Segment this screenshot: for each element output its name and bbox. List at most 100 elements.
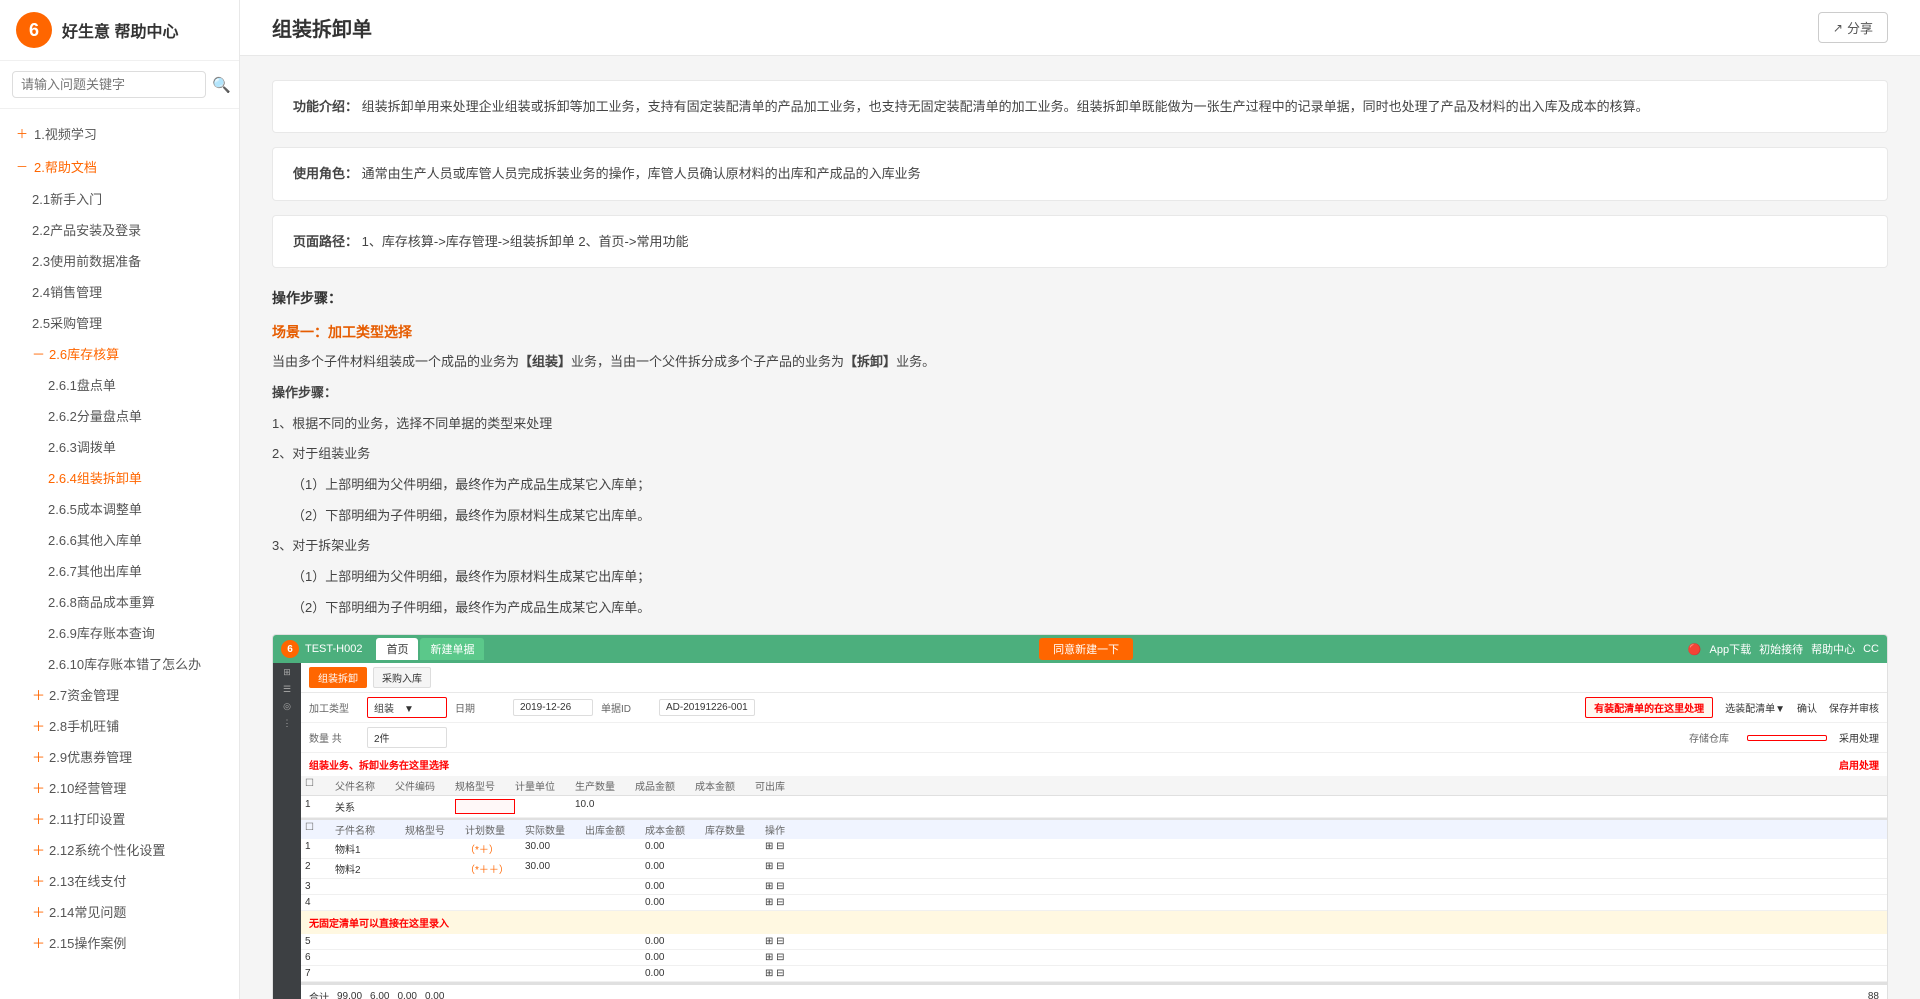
ss-direct-entry-annotation: 无固定清单可以直接在这里录入 <box>301 911 1887 934</box>
ss-label-date: 日期 <box>455 700 505 715</box>
scene1-title: 场景一：加工类型选择 <box>272 322 1888 342</box>
step3-1: （1）上部明细为父件明细，最终作为原材料生成某它出库单； <box>272 565 1888 590</box>
sidebar-item-assembly[interactable]: 2.6.4组装拆卸单 <box>0 462 239 493</box>
ss-app-id: TEST-H002 <box>305 643 362 655</box>
ss-label-type: 加工类型 <box>309 700 359 715</box>
ss-annotation-bom: 有装配清单的在这里处理 <box>1585 697 1713 718</box>
search-box: 🔍 <box>0 61 239 109</box>
screenshot-inner: 6 TEST-H002 首页 新建单据 同意新建一下 🔴 App下载 初始接待 … <box>273 635 1887 999</box>
share-button[interactable]: ↗ 分享 <box>1818 12 1888 43</box>
ss-footer-val2: 6.00 <box>370 991 389 999</box>
ss-annotation-direct: 无固定清单可以直接在这里录入 <box>309 919 449 930</box>
sidebar-item-finance[interactable]: ＋ 2.7资金管理 <box>0 679 239 710</box>
ss-field-date[interactable]: 2019-12-26 <box>513 699 593 716</box>
sidebar-item-online-pay[interactable]: ＋ 2.13在线支付 <box>0 865 239 896</box>
sidebar-item-cases[interactable]: ＋ 2.15操作案例 <box>0 927 239 958</box>
sidebar-item-purchase[interactable]: 2.5采购管理 <box>0 307 239 338</box>
col-parent-code: 父件编码 <box>395 778 455 793</box>
ss-sub-toolbar: 组装拆卸 采购入库 <box>301 663 1887 693</box>
sidebar-item-docs[interactable]: － 2.帮助文档 <box>0 150 239 183</box>
ss-bottom-row1: 1 物料1 （*＋） 30.00 0.00 ⊞ ⊟ <box>301 839 1887 859</box>
col-out-amt: 出库金额 <box>585 822 645 837</box>
sidebar-item-sales[interactable]: 2.4销售管理 <box>0 276 239 307</box>
search-icon[interactable]: 🔍 <box>212 76 231 94</box>
share-icon: ↗ <box>1833 21 1843 35</box>
ss-field-id[interactable]: AD-20191226-001 <box>659 699 755 716</box>
sidebar-item-stock-error[interactable]: 2.6.10库存账本错了怎么办 <box>0 648 239 679</box>
ss-nav-icon-1[interactable]: ⊞ <box>283 667 291 678</box>
ss-tab-home[interactable]: 首页 <box>376 638 418 660</box>
col-stock-qty: 库存数量 <box>705 822 765 837</box>
ss-orange-btn[interactable]: 同意新建一下 <box>1039 638 1133 660</box>
ss-apply-storage-btn[interactable]: 采用处理 <box>1839 730 1879 745</box>
ss-bottom-row2: 2 物料2 （*＋＋） 30.00 0.00 ⊞ ⊟ <box>301 859 1887 879</box>
path-box: 页面路径： 1、库存核算->库存管理->组装拆卸单 2、首页->常用功能 <box>272 215 1888 268</box>
sidebar-item-new-user[interactable]: 2.1新手入门 <box>0 183 239 214</box>
step3-2: （2）下部明细为子件明细，最终作为产成品生成某它入库单。 <box>272 596 1888 621</box>
col-avail: 可出库 <box>755 778 805 793</box>
ss-bottom-row7: 7 0.00 ⊞ ⊟ <box>301 966 1887 982</box>
sidebar-item-install[interactable]: 2.2产品安装及登录 <box>0 214 239 245</box>
ss-field-storage[interactable] <box>1747 735 1827 741</box>
step2: 2、对于组装业务 <box>272 442 1888 467</box>
sidebar-item-system[interactable]: ＋ 2.12系统个性化设置 <box>0 834 239 865</box>
search-input[interactable] <box>12 71 206 98</box>
ss-edit-cell[interactable] <box>455 799 515 814</box>
sidebar-item-other-in[interactable]: 2.6.6其他入库单 <box>0 524 239 555</box>
col-prod-amt: 成品金额 <box>635 778 695 793</box>
ss-save-btn[interactable]: 保存并审核 <box>1829 700 1879 715</box>
feature-intro-text: 组装拆卸单用来处理企业组装或拆卸等加工业务，支持有固定装配清单的产品加工业务，也… <box>362 99 1649 114</box>
sidebar-item-coupon[interactable]: ＋ 2.9优惠券管理 <box>0 741 239 772</box>
sidebar-item-inventory[interactable]: － 2.6库存核算 <box>0 338 239 369</box>
sidebar-item-stock-query[interactable]: 2.6.9库存账本查询 <box>0 617 239 648</box>
sidebar-item-stocktake[interactable]: 2.6.1盘点单 <box>0 369 239 400</box>
ss-nav-icon-3[interactable]: ◎ <box>283 701 291 712</box>
sidebar-item-partial-stocktake[interactable]: 2.6.2分量盘点单 <box>0 400 239 431</box>
step1: 1、根据不同的业务，选择不同单据的类型来处理 <box>272 412 1888 437</box>
sidebar-item-data-prep[interactable]: 2.3使用前数据准备 <box>0 245 239 276</box>
ss-subtab-other[interactable]: 采购入库 <box>373 667 431 688</box>
ss-nav-icon-4[interactable]: ⋮ <box>283 718 292 729</box>
plus-icon: ＋ <box>16 125 28 142</box>
sidebar-item-other-out[interactable]: 2.6.7其他出库单 <box>0 555 239 586</box>
ss-confirm-btn[interactable]: 确认 <box>1797 700 1817 715</box>
ss-footer-val3: 0.00 <box>398 991 417 999</box>
page-title: 组装拆卸单 <box>272 13 372 42</box>
ss-bottom-row6: 6 0.00 ⊞ ⊟ <box>301 950 1887 966</box>
sidebar-item-cost-recalc[interactable]: 2.6.8商品成本重算 <box>0 586 239 617</box>
col-child-spec: 规格型号 <box>405 822 465 837</box>
sidebar-item-video[interactable]: ＋ 1.视频学习 <box>0 117 239 150</box>
col-prod-qty: 生产数量 <box>575 778 635 793</box>
ss-footer-label: 合计 <box>309 989 329 999</box>
steps-label: 操作步骤： <box>272 381 1888 406</box>
sidebar-item-faq[interactable]: ＋ 2.14常见问题 <box>0 896 239 927</box>
logo-text: 好生意 帮助中心 <box>62 18 178 42</box>
scene1-desc: 当由多个子件材料组装成一个成品的业务为【组装】业务，当由一个父件拆分成多个子产品… <box>272 350 1888 375</box>
ss-body: ⊞ ☰ ◎ ⋮ 组装拆卸 采购入库 <box>273 663 1887 999</box>
ss-field-type[interactable]: 组装 ▼ <box>367 697 447 718</box>
sidebar-item-adjustment[interactable]: 2.6.3调拨单 <box>0 431 239 462</box>
sidebar-item-mobile[interactable]: ＋ 2.8手机旺铺 <box>0 710 239 741</box>
ss-tab-new[interactable]: 新建单据 <box>420 638 484 660</box>
col-actual-qty: 实际数量 <box>525 822 585 837</box>
ss-nav-icon-2[interactable]: ☰ <box>283 684 291 695</box>
ss-main-content: 组装拆卸 采购入库 加工类型 组装 ▼ 日期 2019-12-26 单据ID A… <box>301 663 1887 999</box>
role-text: 通常由生产人员或库管人员完成拆装业务的操作，库管人员确认原材料的出库和产成品的入… <box>362 166 921 181</box>
sidebar: 6 好生意 帮助中心 🔍 ＋ 1.视频学习 － 2.帮助文档 2.1新手入门 2… <box>0 0 240 999</box>
content-area: 功能介绍： 组装拆卸单用来处理企业组装或拆卸等加工业务，支持有固定装配清单的产品… <box>240 56 1920 999</box>
ss-select-bom-btn[interactable]: 选装配清单▼ <box>1725 700 1785 715</box>
sidebar-item-cost-adjust[interactable]: 2.6.5成本调整单 <box>0 493 239 524</box>
step2-1: （1）上部明细为父件明细，最终作为产成品生成某它入库单； <box>272 473 1888 498</box>
sidebar-item-print[interactable]: ＋ 2.11打印设置 <box>0 803 239 834</box>
ss-subtab-assembly[interactable]: 组装拆卸 <box>309 667 367 688</box>
sidebar-item-operation[interactable]: ＋ 2.10经营管理 <box>0 772 239 803</box>
ss-bottom-row4: 4 0.00 ⊞ ⊟ <box>301 895 1887 911</box>
ss-form-row1: 加工类型 组装 ▼ 日期 2019-12-26 单据ID AD-20191226… <box>301 693 1887 723</box>
ss-left-nav: ⊞ ☰ ◎ ⋮ <box>273 663 301 999</box>
ss-top-right: 🔴 App下载 初始接待 帮助中心 CC <box>1688 641 1879 657</box>
path-label: 页面路径： <box>293 234 358 249</box>
col-unit: 计量单位 <box>515 778 575 793</box>
role-label: 使用角色： <box>293 166 358 181</box>
col-action: 操作 <box>765 822 805 837</box>
ss-field-qty[interactable]: 2件 <box>367 727 447 748</box>
